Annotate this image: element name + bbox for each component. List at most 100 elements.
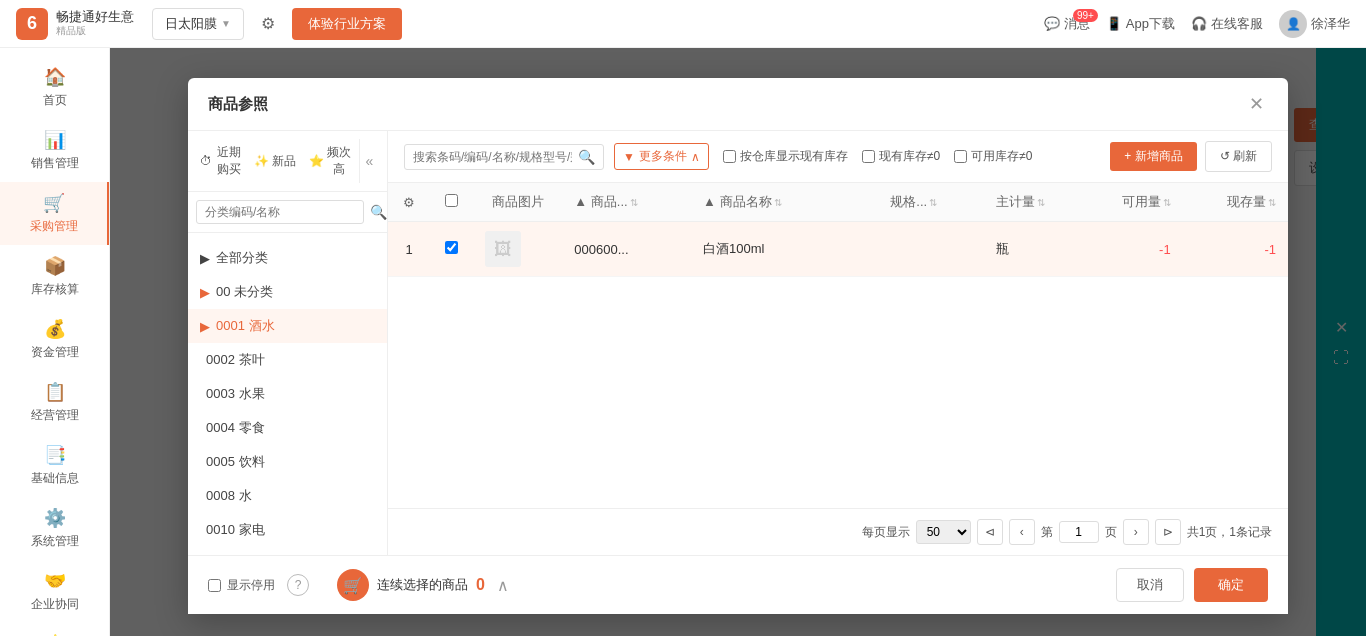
cart-collapse-icon[interactable]: ∧ [497, 576, 509, 595]
col-header-name[interactable]: ▲ 商品名称⇅ [691, 183, 878, 222]
col-header-unit[interactable]: 主计量⇅ [984, 183, 1078, 222]
help-icon[interactable]: ? [287, 574, 309, 596]
row-name: 白酒100ml [691, 222, 878, 277]
inventory-icon: 📦 [44, 255, 66, 277]
select-all-checkbox[interactable] [445, 194, 458, 207]
confirm-button[interactable]: 确定 [1194, 568, 1268, 602]
refresh-button[interactable]: ↺ 刷新 [1205, 141, 1272, 172]
checkbox-nonzero[interactable]: 现有库存≠0 [862, 148, 940, 165]
next-page-button[interactable]: › [1123, 519, 1149, 545]
row-num: 1 [388, 222, 430, 277]
col-header-spec[interactable]: 规格...⇅ [878, 183, 983, 222]
checkbox-warehouse-input[interactable] [723, 150, 736, 163]
modal-close-button[interactable]: ✕ [1244, 92, 1268, 116]
table-row[interactable]: 1 🖼 000600... 白酒100ml 瓶 [388, 222, 1288, 277]
sidebar-item-collab[interactable]: 🤝 企业协同 [0, 560, 109, 623]
first-page-button[interactable]: ⊲ [977, 519, 1003, 545]
sidebar-item-guide[interactable]: 🌟 新手引导 [0, 623, 109, 636]
show-disabled-label[interactable]: 显示停用 [208, 577, 275, 594]
cat-search-input[interactable] [196, 200, 364, 224]
sidebar-item-home[interactable]: 🏠 首页 [0, 56, 109, 119]
cat-item-0003[interactable]: 0003 水果 [188, 377, 387, 411]
col-header-avail[interactable]: 可用量⇅ [1077, 183, 1182, 222]
col-header-checkbox[interactable] [430, 183, 473, 222]
nav-user[interactable]: 👤 徐泽华 [1279, 10, 1350, 38]
row-checkbox[interactable] [430, 222, 473, 277]
sidebar-item-finance[interactable]: 💰 资金管理 [0, 308, 109, 371]
filter-button[interactable]: ▼ 更多条件 ∧ [614, 143, 709, 170]
cat-tab-recent[interactable]: ⏱ 近期购买 [196, 139, 246, 183]
sort-spec-icon: ⇅ [929, 197, 937, 208]
per-page-select[interactable]: 50 100 200 [916, 520, 971, 544]
freq-icon: ⭐ [309, 154, 324, 168]
row-code: 000600... [562, 222, 691, 277]
show-disabled-checkbox[interactable] [208, 579, 221, 592]
home-icon: 🏠 [44, 66, 66, 88]
checkbox-avail-nonzero[interactable]: 可用库存≠0 [954, 148, 1032, 165]
cat-item-0002[interactable]: 0002 茶叶 [188, 343, 387, 377]
cat-item-0004[interactable]: 0004 零食 [188, 411, 387, 445]
sidebar-label-home: 首页 [43, 92, 67, 109]
settings-icon[interactable]: ⚙ [252, 8, 284, 40]
sort-code-icon: ⇅ [630, 197, 638, 208]
per-page-label: 每页显示 [862, 524, 910, 541]
branch-dropdown[interactable]: 日太阳膜 ▼ [152, 8, 244, 40]
main-layout: 🏠 首页 📊 销售管理 🛒 采购管理 📦 库存核算 💰 资金管理 📋 经营管理 … [0, 48, 1366, 636]
last-page-button[interactable]: ⊳ [1155, 519, 1181, 545]
col-header-stock[interactable]: 现存量⇅ [1183, 183, 1288, 222]
content-area: 商品参照 ✕ ⏱ 近期购买 ✨ 新品 [110, 48, 1366, 636]
system-icon: ⚙️ [44, 507, 66, 529]
sidebar-label-sales: 销售管理 [31, 155, 79, 172]
page-prefix-label: 第 [1041, 524, 1053, 541]
prev-page-button[interactable]: ‹ [1009, 519, 1035, 545]
page-number-input[interactable] [1059, 521, 1099, 543]
modal-footer: 显示停用 ? 🛒 连续选择的商品 0 ∧ 取消 确定 [188, 555, 1288, 614]
cart-icon-button[interactable]: 🛒 [337, 569, 369, 601]
finance-icon: 💰 [44, 318, 66, 340]
col-header-settings[interactable]: ⚙ [388, 183, 430, 222]
row-unit: 瓶 [984, 222, 1078, 277]
cat-search-icon[interactable]: 🔍 [370, 204, 387, 220]
checkbox-nonzero-input[interactable] [862, 150, 875, 163]
sidebar-item-system[interactable]: ⚙️ 系统管理 [0, 497, 109, 560]
nav-service[interactable]: 🎧 在线客服 [1191, 15, 1263, 33]
cat-tab-new[interactable]: ✨ 新品 [250, 139, 300, 183]
exp-industry-button[interactable]: 体验行业方案 [292, 8, 402, 40]
sidebar-label-collab: 企业协同 [31, 596, 79, 613]
nav-app-download[interactable]: 📱 App下载 [1106, 15, 1175, 33]
purchase-icon: 🛒 [43, 192, 65, 214]
product-search-box: 🔍 [404, 144, 604, 170]
checkbox-warehouse[interactable]: 按仓库显示现有库存 [723, 148, 848, 165]
product-search-input[interactable] [413, 150, 572, 164]
cat-item-all[interactable]: ▶ 全部分类 [188, 241, 387, 275]
cat-item-0005[interactable]: 0005 饮料 [188, 445, 387, 479]
col-header-code[interactable]: ▲ 商品...⇅ [562, 183, 691, 222]
logo-area: 6 畅捷通好生意 精品版 [16, 8, 136, 40]
cat-item-00[interactable]: ▶ 00 未分类 [188, 275, 387, 309]
modal-header: 商品参照 ✕ [188, 78, 1288, 131]
sidebar-item-ops[interactable]: 📋 经营管理 [0, 371, 109, 434]
top-nav: 6 畅捷通好生意 精品版 日太阳膜 ▼ ⚙ 体验行业方案 💬 消息 99+ 📱 … [0, 0, 1366, 48]
sidebar-item-sales[interactable]: 📊 销售管理 [0, 119, 109, 182]
cancel-button[interactable]: 取消 [1116, 568, 1184, 602]
sidebar-label-ops: 经营管理 [31, 407, 79, 424]
cat-tab-freq[interactable]: ⭐ 频次高 [305, 139, 355, 183]
product-modal: 商品参照 ✕ ⏱ 近期购买 ✨ 新品 [188, 78, 1288, 614]
nav-message[interactable]: 💬 消息 99+ [1044, 15, 1090, 33]
cat-collapse-button[interactable]: « [359, 139, 379, 183]
product-toolbar: 🔍 ▼ 更多条件 ∧ 按仓库显示现有库存 [388, 131, 1288, 183]
checkbox-avail-input[interactable] [954, 150, 967, 163]
cat-item-0008[interactable]: 0008 水 [188, 479, 387, 513]
sidebar-item-purchase[interactable]: 🛒 采购管理 [0, 182, 109, 245]
cat-item-0001[interactable]: ▶ 0001 酒水 [188, 309, 387, 343]
sidebar-item-inventory[interactable]: 📦 库存核算 [0, 245, 109, 308]
col-header-img: 商品图片 [473, 183, 562, 222]
sidebar-item-basic[interactable]: 📑 基础信息 [0, 434, 109, 497]
search-icon[interactable]: 🔍 [578, 149, 595, 165]
row-select-checkbox[interactable] [445, 241, 458, 254]
logo-text: 畅捷通好生意 [56, 9, 134, 25]
add-product-button[interactable]: + 新增商品 [1110, 142, 1196, 171]
table-header-row: ⚙ 商品图片 ▲ 商品...⇅ ▲ 商品名称⇅ [388, 183, 1288, 222]
cat-item-0010[interactable]: 0010 家电 [188, 513, 387, 547]
sidebar-label-basic: 基础信息 [31, 470, 79, 487]
